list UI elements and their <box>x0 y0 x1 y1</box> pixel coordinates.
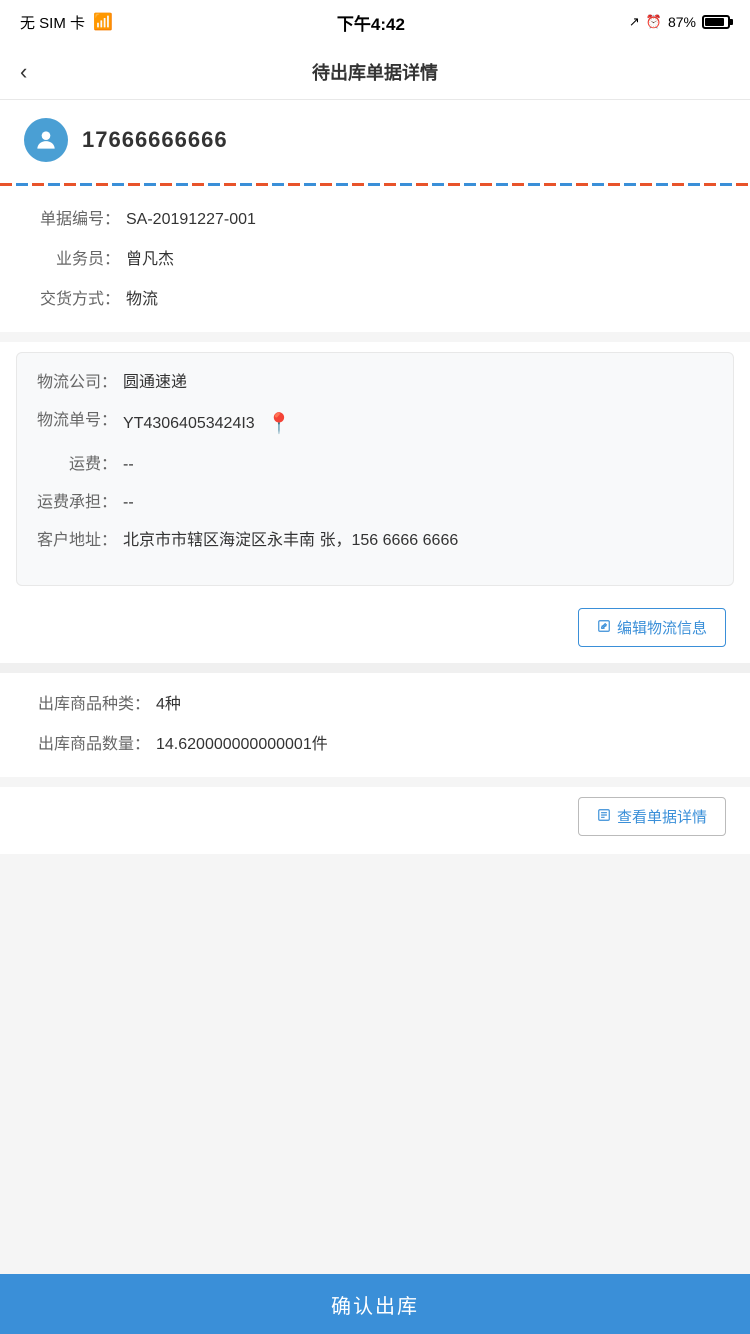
battery-icon <box>702 15 730 29</box>
confirm-button[interactable]: 确认出库 <box>0 1274 750 1334</box>
status-bar: 无 SIM 卡 📶 下午4:42 ↗ ⏰ 87% <box>0 0 750 44</box>
confirm-button-label: 确认出库 <box>331 1290 419 1319</box>
order-number-value: SA-20191227-001 <box>126 208 720 232</box>
sales-person-value: 曾凡杰 <box>126 248 720 272</box>
edit-logistics-container: 编辑物流信息 <box>0 596 750 663</box>
status-time: 下午4:42 <box>337 10 405 35</box>
status-left: 无 SIM 卡 📶 <box>20 12 113 33</box>
freight-value: -- <box>123 453 713 477</box>
address-row: 客户地址： 北京市市辖区海淀区永丰南 张，156 6666 6666 <box>37 529 713 553</box>
tracking-row: YT43064053424I3 📍 <box>117 409 292 439</box>
sales-person-label: 业务员： <box>30 248 120 272</box>
order-number-row: 单据编号： SA-20191227-001 <box>30 208 720 232</box>
customer-phone: 17666666666 <box>82 127 228 153</box>
customer-header: 17666666666 <box>0 100 750 180</box>
logistics-company-label: 物流公司： <box>37 371 117 395</box>
sales-person-row: 业务员： 曾凡杰 <box>30 248 720 272</box>
empty-space <box>0 854 750 1274</box>
edit-logistics-label: 编辑物流信息 <box>617 617 707 638</box>
page-title: 待出库单据详情 <box>312 59 438 85</box>
alarm-icon: ⏰ <box>646 14 662 30</box>
delivery-method-value: 物流 <box>126 288 720 312</box>
delivery-method-row: 交货方式： 物流 <box>30 288 720 312</box>
tracking-number-row: 物流单号： YT43064053424I3 📍 <box>37 409 713 439</box>
order-number-label: 单据编号： <box>30 208 120 232</box>
address-value: 北京市市辖区海淀区永丰南 张，156 6666 6666 <box>123 529 713 553</box>
goods-quantity-value: 14.620000000000001件 <box>156 733 720 757</box>
goods-quantity-row: 出库商品数量： 14.620000000000001件 <box>30 733 720 757</box>
location-icon[interactable]: 📍 <box>267 409 292 439</box>
dashed-divider <box>0 180 750 188</box>
freight-label: 运费： <box>37 453 117 477</box>
freight-bearer-row: 运费承担： -- <box>37 491 713 515</box>
goods-types-label: 出库商品种类： <box>30 693 150 717</box>
status-right: ↗ ⏰ 87% <box>629 14 730 30</box>
avatar <box>24 118 68 162</box>
freight-bearer-value: -- <box>123 491 713 515</box>
order-info-section: 单据编号： SA-20191227-001 业务员： 曾凡杰 交货方式： 物流 <box>0 188 750 332</box>
list-icon <box>597 808 611 825</box>
goods-section: 出库商品种类： 4种 出库商品数量： 14.620000000000001件 <box>0 673 750 777</box>
nav-bar: ‹ 待出库单据详情 <box>0 44 750 100</box>
tracking-number-value: YT43064053424I3 <box>123 412 255 436</box>
logistics-company-row: 物流公司： 圆通速递 <box>37 371 713 395</box>
logistics-card: 物流公司： 圆通速递 物流单号： YT43064053424I3 📍 运费： -… <box>16 352 734 586</box>
goods-quantity-label: 出库商品数量： <box>30 733 150 757</box>
freight-row: 运费： -- <box>37 453 713 477</box>
location-status-icon: ↗ <box>629 14 640 30</box>
delivery-method-label: 交货方式： <box>30 288 120 312</box>
section-separator <box>0 663 750 673</box>
edit-icon <box>597 619 611 636</box>
view-detail-button[interactable]: 查看单据详情 <box>578 797 726 836</box>
address-label: 客户地址： <box>37 529 117 553</box>
back-button[interactable]: ‹ <box>12 51 35 93</box>
goods-types-value: 4种 <box>156 693 720 717</box>
view-detail-label: 查看单据详情 <box>617 806 707 827</box>
view-detail-container: 查看单据详情 <box>0 787 750 854</box>
tracking-number-label: 物流单号： <box>37 409 117 433</box>
freight-bearer-label: 运费承担： <box>37 491 117 515</box>
carrier-label: 无 SIM 卡 <box>20 12 85 33</box>
logistics-company-value: 圆通速递 <box>123 371 713 395</box>
edit-logistics-button[interactable]: 编辑物流信息 <box>578 608 726 647</box>
wifi-icon: 📶 <box>93 12 113 32</box>
battery-label: 87% <box>668 14 696 30</box>
goods-types-row: 出库商品种类： 4种 <box>30 693 720 717</box>
